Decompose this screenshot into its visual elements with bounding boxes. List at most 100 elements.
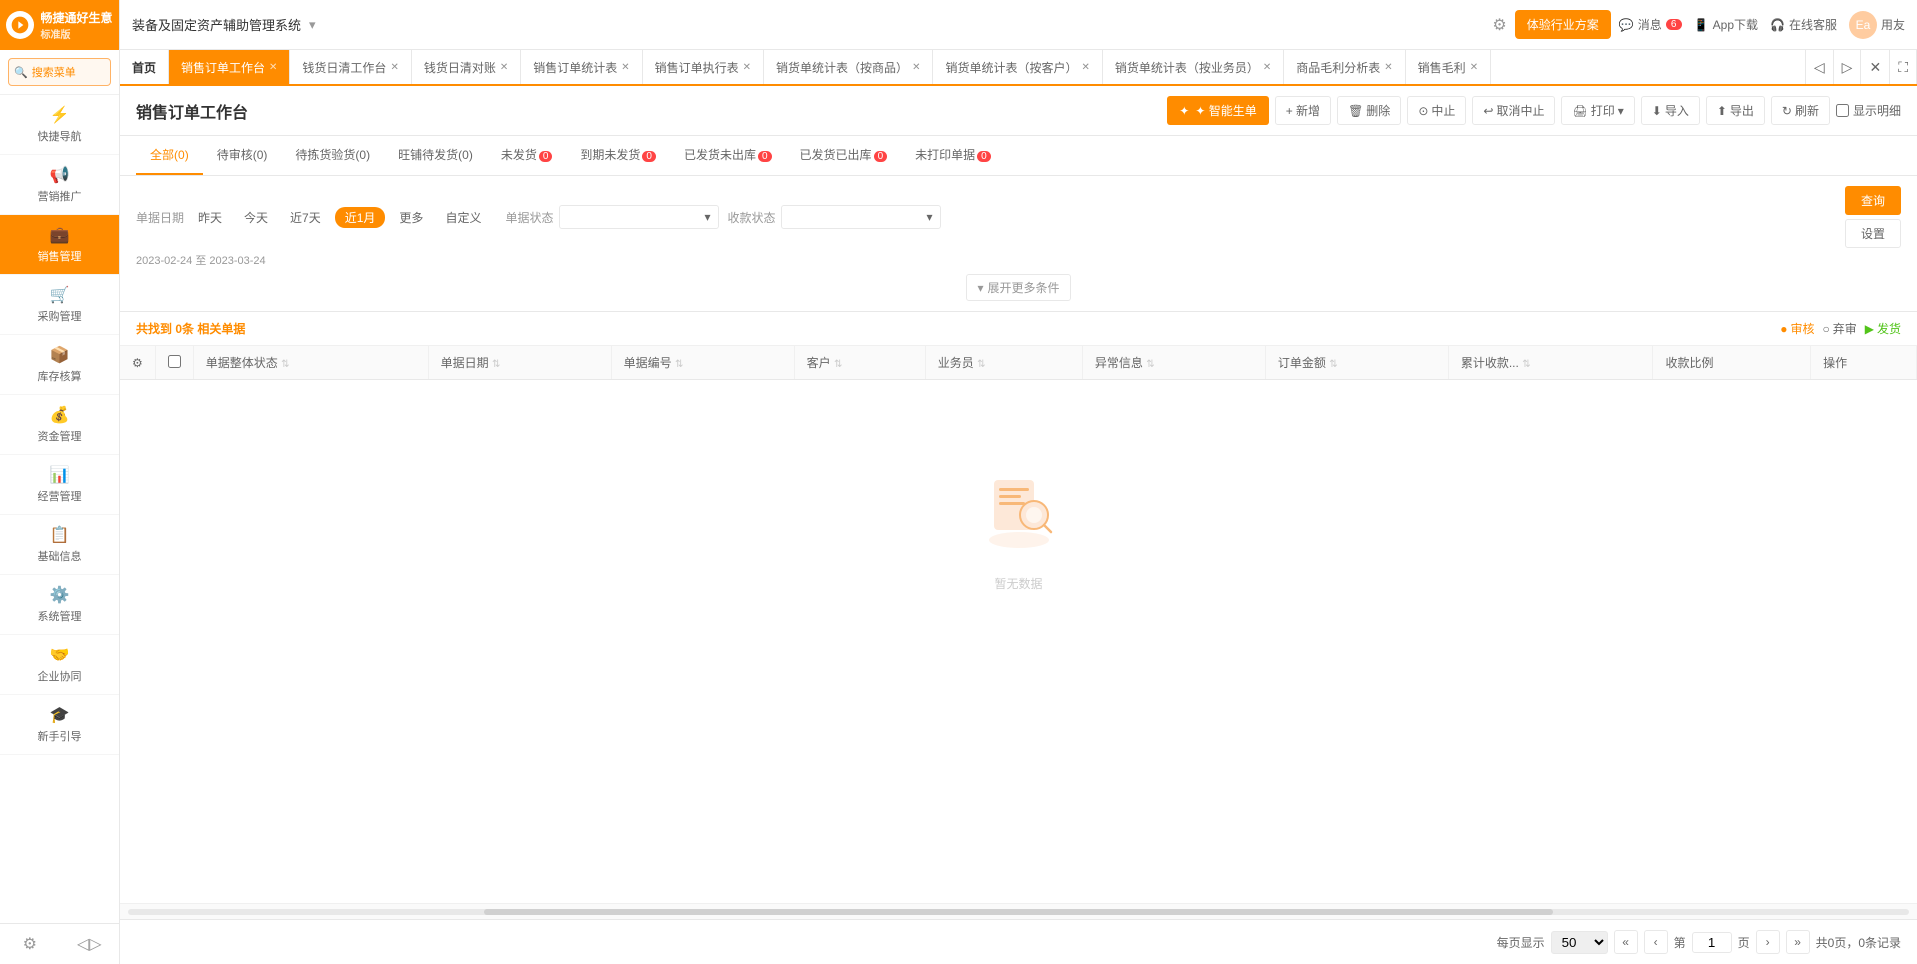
subtab-wangpu[interactable]: 旺铺待发货(0) xyxy=(384,136,487,175)
sort-status-icon[interactable]: ⇅ xyxy=(281,359,289,370)
online-service-button[interactable]: 🎧 在线客服 xyxy=(1770,16,1837,33)
tab-prev-button[interactable]: ◁ xyxy=(1806,50,1834,84)
tab-cash-daily-close[interactable]: ✕ xyxy=(390,62,398,73)
first-page-button[interactable]: « xyxy=(1614,930,1638,954)
sort-date-icon[interactable]: ⇅ xyxy=(492,359,500,370)
sidebar-item-system[interactable]: ⚙️ 系统管理 xyxy=(0,575,119,635)
last-page-button[interactable]: » xyxy=(1786,930,1810,954)
subtab-all[interactable]: 全部(0) xyxy=(136,136,203,175)
th-checkbox[interactable] xyxy=(155,346,193,380)
tab-sales-stat-customer[interactable]: 销货单统计表（按客户） ✕ xyxy=(933,50,1102,84)
sidebar-item-marketing[interactable]: 📢 营销推广 xyxy=(0,155,119,215)
tab-sales-stat-product-close[interactable]: ✕ xyxy=(912,62,920,73)
tab-sales-exec-close[interactable]: ✕ xyxy=(743,62,751,73)
smart-generate-button[interactable]: ✦ ✦ 智能生单 xyxy=(1167,96,1268,125)
subtab-shipped-not-out[interactable]: 已发货未出库0 xyxy=(670,136,786,175)
tab-sales-stat-staff-close[interactable]: ✕ xyxy=(1263,62,1271,73)
tab-sales-stat-close[interactable]: ✕ xyxy=(621,62,629,73)
import-button[interactable]: ⬇ 导入 xyxy=(1641,96,1700,125)
next-page-button[interactable]: › xyxy=(1756,930,1780,954)
per-page-select[interactable]: 50 100 200 xyxy=(1551,931,1608,954)
sort-collected-icon[interactable]: ⇅ xyxy=(1522,359,1530,370)
show-detail-label[interactable]: 显示明细 xyxy=(1836,102,1901,119)
logo-text: 畅捷通好生意 xyxy=(40,9,112,26)
sidebar-item-finance[interactable]: 💰 资金管理 xyxy=(0,395,119,455)
sidebar-item-basic-info[interactable]: 📋 基础信息 xyxy=(0,515,119,575)
date-opt-yesterday[interactable]: 昨天 xyxy=(190,207,230,228)
subtab-pending-review[interactable]: 待审核(0) xyxy=(203,136,282,175)
date-opt-1month[interactable]: 近1月 xyxy=(335,207,386,228)
page-number-input[interactable] xyxy=(1692,932,1732,953)
subtab-shipped-out[interactable]: 已发货已出库0 xyxy=(786,136,902,175)
th-gear[interactable]: ⚙ xyxy=(120,346,155,380)
app-download-button[interactable]: 📱 App下载 xyxy=(1694,16,1758,33)
tab-sales-workbench-close[interactable]: ✕ xyxy=(269,62,277,73)
system-title: 装备及固定资产辅助管理系统 ▾ xyxy=(132,15,1484,34)
subtab-not-printed[interactable]: 未打印单据0 xyxy=(901,136,1005,175)
tab-cash-daily[interactable]: 钱货日清工作台 ✕ xyxy=(290,50,411,84)
sort-amount-icon[interactable]: ⇅ xyxy=(1329,359,1337,370)
sort-exception-icon[interactable]: ⇅ xyxy=(1146,359,1154,370)
subtab-not-shipped[interactable]: 未发货0 xyxy=(487,136,567,175)
tab-sales-profit-close[interactable]: ✕ xyxy=(1470,62,1478,73)
date-opt-more[interactable]: 更多 xyxy=(391,207,431,228)
export-button[interactable]: ⬆ 导出 xyxy=(1706,96,1765,125)
tab-next-button[interactable]: ▷ xyxy=(1834,50,1862,84)
tab-product-margin[interactable]: 商品毛利分析表 ✕ xyxy=(1284,50,1405,84)
subtab-overdue-not-shipped[interactable]: 到期未发货0 xyxy=(566,136,670,175)
tab-sales-profit[interactable]: 销售毛利 ✕ xyxy=(1406,50,1491,84)
tab-sales-stat-customer-close[interactable]: ✕ xyxy=(1081,62,1089,73)
sidebar-collapse-button[interactable]: ◁▷ xyxy=(60,924,120,964)
sidebar-item-tutorial[interactable]: 🎓 新手引导 xyxy=(0,695,119,755)
prev-page-button[interactable]: ‹ xyxy=(1644,930,1668,954)
stop-button[interactable]: ⊙ 中止 xyxy=(1407,96,1466,125)
tab-product-margin-close[interactable]: ✕ xyxy=(1384,62,1392,73)
status-select[interactable]: ▾ xyxy=(559,205,719,229)
query-button[interactable]: 查询 xyxy=(1845,186,1901,215)
industry-solution-button[interactable]: 体验行业方案 xyxy=(1515,10,1611,39)
tab-close-all-button[interactable]: ✕ xyxy=(1861,50,1890,84)
tab-sales-stat-staff[interactable]: 销货单统计表（按业务员） ✕ xyxy=(1103,50,1284,84)
date-opt-custom[interactable]: 自定义 xyxy=(437,207,489,228)
payment-select[interactable]: ▾ xyxy=(781,205,941,229)
sidebar-settings-button[interactable]: ⚙ xyxy=(0,924,60,964)
sort-customer-icon[interactable]: ⇅ xyxy=(834,359,842,370)
date-opt-today[interactable]: 今天 xyxy=(236,207,276,228)
user-menu-button[interactable]: Ea 用友 xyxy=(1849,11,1905,39)
cancel-stop-button[interactable]: ↩ 取消中止 xyxy=(1472,96,1555,125)
sidebar-item-enterprise[interactable]: 🤝 企业协同 xyxy=(0,635,119,695)
sort-number-icon[interactable]: ⇅ xyxy=(675,359,683,370)
print-button[interactable]: 🖨 打印 ▾ xyxy=(1561,96,1634,125)
expand-filter-button[interactable]: ▾ 展开更多条件 xyxy=(966,274,1070,301)
sidebar-item-sales[interactable]: 💼 销售管理 xyxy=(0,215,119,275)
sidebar-item-purchase[interactable]: 🛒 采购管理 xyxy=(0,275,119,335)
settings-button[interactable]: 设置 xyxy=(1845,219,1901,248)
review-button[interactable]: ● 审核 xyxy=(1780,320,1814,337)
tab-home[interactable]: 首页 xyxy=(120,50,169,84)
search-menu-button[interactable]: 🔍 搜索菜单 xyxy=(8,58,111,86)
refresh-button[interactable]: ↻ 刷新 xyxy=(1771,96,1830,125)
sidebar-item-inventory[interactable]: 📦 库存核算 xyxy=(0,335,119,395)
date-opt-7days[interactable]: 近7天 xyxy=(282,207,329,228)
sort-staff-icon[interactable]: ⇅ xyxy=(977,359,985,370)
ship-button[interactable]: ▶ 发货 xyxy=(1865,320,1901,337)
tab-sales-exec[interactable]: 销售订单执行表 ✕ xyxy=(643,50,764,84)
tab-expand-button[interactable]: ⛶ xyxy=(1890,50,1917,84)
scroll-thumb[interactable] xyxy=(484,909,1553,915)
tab-cash-reconcile[interactable]: 钱货日清对账 ✕ xyxy=(412,50,521,84)
tab-cash-reconcile-close[interactable]: ✕ xyxy=(500,62,508,73)
sidebar-item-operations[interactable]: 📊 经营管理 xyxy=(0,455,119,515)
tab-sales-workbench[interactable]: 销售订单工作台 ✕ xyxy=(169,50,290,84)
subtab-pending-inspect[interactable]: 待拣货验货(0) xyxy=(281,136,384,175)
message-button[interactable]: 💬 消息 6 xyxy=(1619,16,1682,33)
delete-button[interactable]: 🗑 删除 xyxy=(1337,96,1401,125)
abandon-review-button[interactable]: ○ 弃审 xyxy=(1822,320,1856,337)
horizontal-scrollbar[interactable] xyxy=(120,903,1917,919)
add-button[interactable]: + 新增 xyxy=(1275,96,1331,125)
sidebar-item-quick-nav[interactable]: ⚡ 快捷导航 xyxy=(0,95,119,155)
select-all-checkbox[interactable] xyxy=(168,355,181,368)
tab-sales-stat-product[interactable]: 销货单统计表（按商品） ✕ xyxy=(764,50,933,84)
settings-icon[interactable]: ⚙ xyxy=(1492,15,1506,35)
show-detail-checkbox[interactable] xyxy=(1836,104,1849,117)
tab-sales-stat[interactable]: 销售订单统计表 ✕ xyxy=(521,50,642,84)
